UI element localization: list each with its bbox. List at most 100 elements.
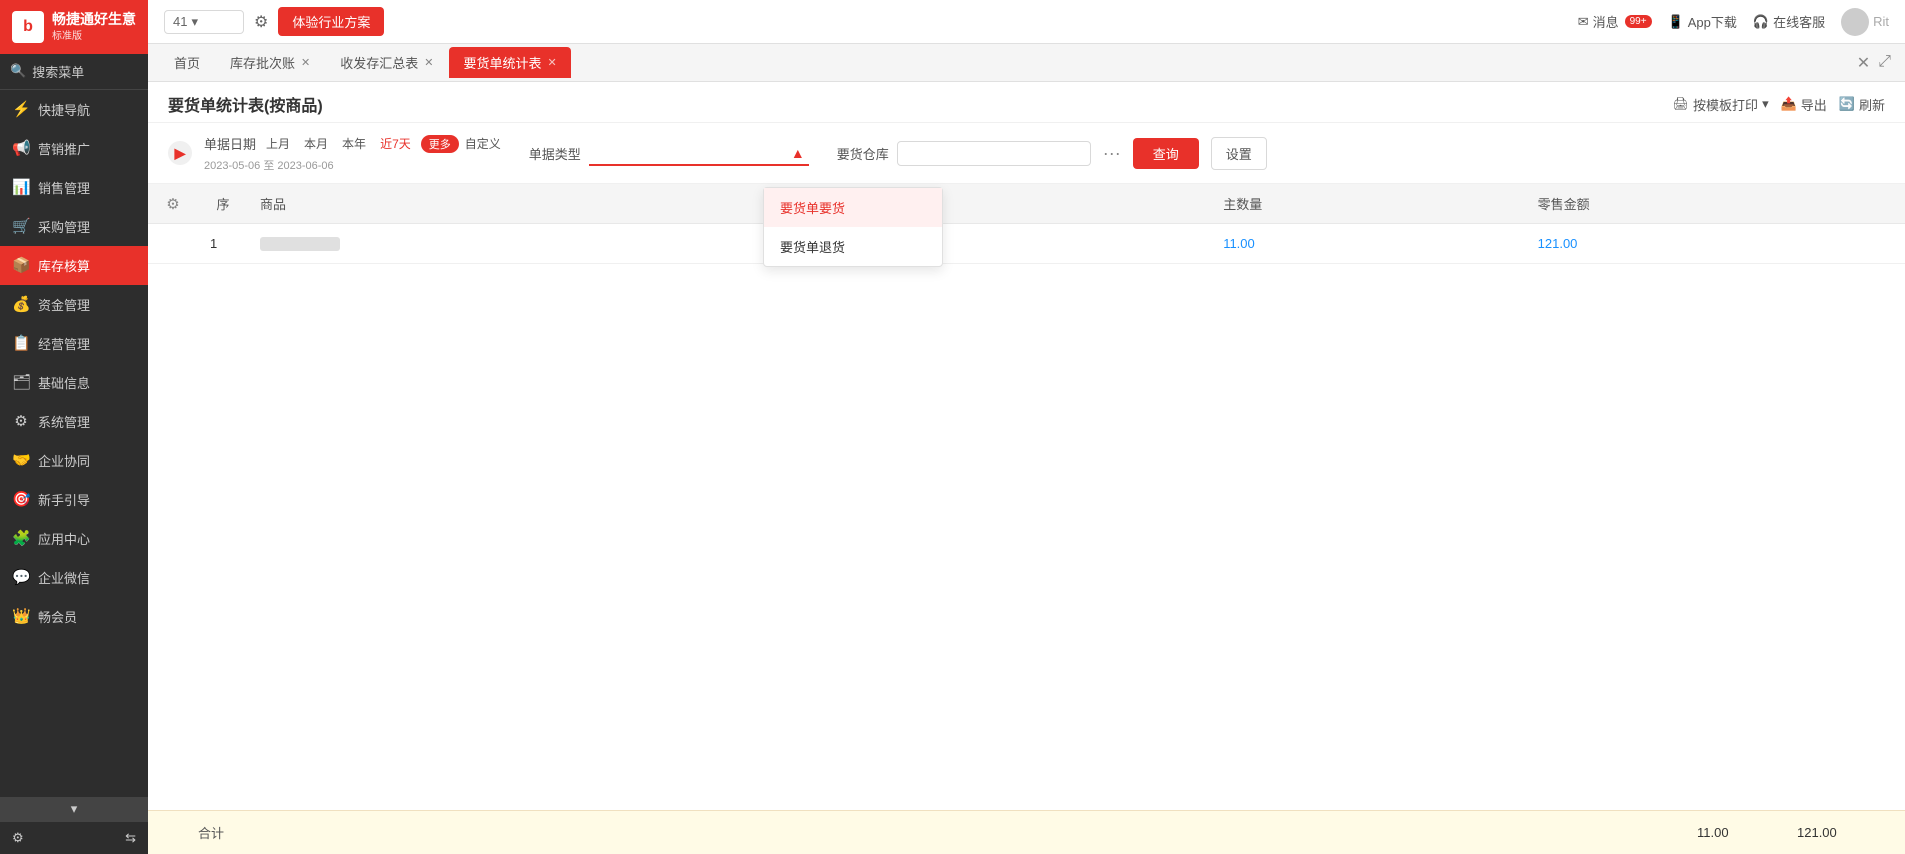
user-avatar-area[interactable]: Rit	[1841, 8, 1889, 36]
col-qty: 主数量	[1211, 184, 1525, 224]
sidebar-item-wechat[interactable]: 💬 企业微信	[0, 558, 148, 597]
footer-qty: 11.00	[1685, 825, 1785, 840]
sidebar-search[interactable]: 🔍 搜索菜单	[0, 54, 148, 90]
main-content: 41 ▾ ⚙ 体验行业方案 ✉ 消息 99+ 📱 App下载 🎧 在线客服 R	[148, 0, 1905, 854]
sidebar-search-label: 搜索菜单	[32, 62, 84, 81]
print-dropdown-icon[interactable]: ▾	[1762, 96, 1769, 112]
sidebar-item-base[interactable]: 🗂 基础信息	[0, 363, 148, 402]
sidebar-item-quick-nav[interactable]: ⚡ 快捷导航	[0, 90, 148, 129]
sidebar-item-appstore[interactable]: 🧩 应用中心	[0, 519, 148, 558]
filter-date-buttons: 单据日期 上月 本月 本年 近7天 更多 自定义	[204, 133, 501, 154]
filter-more-options[interactable]: ···	[1103, 143, 1121, 164]
date-curr-month[interactable]: 本月	[300, 133, 332, 154]
sidebar-bottom: ⚙ ⇆	[0, 821, 148, 854]
sidebar-item-label: 畅会员	[38, 607, 77, 626]
warehouse-label: 要货仓库	[837, 144, 889, 163]
amount-link[interactable]: 121.00	[1538, 236, 1578, 251]
sidebar-collapse-icon[interactable]: ⇆	[125, 830, 136, 846]
logo-icon: b	[12, 11, 44, 43]
date-more-btn[interactable]: 更多	[421, 135, 459, 153]
tab-home[interactable]: 首页	[160, 47, 214, 78]
sidebar-item-label: 企业微信	[38, 568, 90, 587]
col-num: 序	[198, 184, 248, 224]
wechat-icon: 💬	[12, 568, 30, 586]
sidebar-item-marketing[interactable]: 📢 营销推广	[0, 129, 148, 168]
qty-link[interactable]: 11.00	[1223, 236, 1255, 251]
refresh-icon: 🔄	[1839, 96, 1855, 112]
tab-expand-btn[interactable]: ⤢	[1876, 51, 1893, 75]
sidebar-item-label: 库存核算	[38, 256, 90, 275]
dropdown-item-order[interactable]: 要货单要货	[764, 188, 942, 227]
sidebar-item-label: 新手引导	[38, 490, 90, 509]
sidebar-item-label: 营销推广	[38, 139, 90, 158]
tab-receive-summary[interactable]: 收发存汇总表 ✕	[326, 47, 447, 78]
type-input[interactable]	[589, 141, 809, 166]
tab-home-label: 首页	[174, 53, 200, 72]
export-btn[interactable]: 📤 导出	[1781, 95, 1827, 114]
sidebar-item-label: 系统管理	[38, 412, 90, 431]
date-custom-btn[interactable]: 自定义	[465, 135, 501, 152]
sidebar-item-label: 采购管理	[38, 217, 90, 236]
sidebar-settings-icon[interactable]: ⚙	[12, 830, 24, 846]
col-product: 商品	[248, 184, 767, 224]
sidebar-item-member[interactable]: 👑 畅会员	[0, 597, 148, 636]
online-service-link[interactable]: 🎧 在线客服	[1753, 12, 1825, 31]
tab-inventory-batch-close[interactable]: ✕	[301, 56, 310, 69]
sidebar-item-coop[interactable]: 🤝 企业协同	[0, 441, 148, 480]
store-selector[interactable]: 41 ▾	[164, 10, 244, 34]
tab-order-stats[interactable]: 要货单统计表 ✕	[449, 47, 570, 78]
date-prev-month[interactable]: 上月	[262, 133, 294, 154]
message-icon: ✉	[1578, 14, 1589, 30]
date-range-display: 2023-05-06 至 2023-06-06	[204, 157, 501, 173]
tab-receive-summary-close[interactable]: ✕	[424, 56, 433, 69]
filter-expand-btn[interactable]: ▶	[168, 141, 192, 165]
row-product	[248, 224, 767, 264]
sidebar-item-label: 企业协同	[38, 451, 90, 470]
query-button[interactable]: 查询	[1133, 138, 1199, 169]
app-download-link[interactable]: 📱 App下载	[1668, 12, 1737, 31]
print-label: 按模板打印	[1693, 95, 1758, 114]
guide-icon: 🎯	[12, 490, 30, 508]
print-template-btn[interactable]: 🖨 按模板打印 ▾	[1673, 95, 1769, 114]
export-label: 导出	[1801, 95, 1827, 114]
refresh-label: 刷新	[1859, 95, 1885, 114]
sidebar-scroll-down[interactable]: ▾	[0, 797, 148, 821]
top-header-right: ✉ 消息 99+ 📱 App下载 🎧 在线客服 Rit	[1578, 8, 1889, 36]
date-7days[interactable]: 近7天	[376, 133, 415, 154]
trial-button[interactable]: 体验行业方案	[278, 7, 384, 36]
table-footer: 合计 11.00 121.00	[148, 810, 1905, 854]
page-title: 要货单统计表(按商品)	[168, 92, 323, 116]
dropdown-item-return[interactable]: 要货单退货	[764, 227, 942, 266]
tab-order-stats-close[interactable]: ✕	[548, 56, 557, 69]
sidebar-item-operation[interactable]: 📋 经营管理	[0, 324, 148, 363]
sidebar-item-system[interactable]: ⚙ 系统管理	[0, 402, 148, 441]
sidebar-item-purchase[interactable]: 🛒 采购管理	[0, 207, 148, 246]
data-table: ⚙ 序 商品 主计量单位 主数量 零售金额 1	[148, 184, 1905, 264]
sidebar-nav: ⚡ 快捷导航 📢 营销推广 📊 销售管理 🛒 采购管理 📦 库存核算 💰 资金管…	[0, 90, 148, 797]
table-section: ⚙ 序 商品 主计量单位 主数量 零售金额 1	[148, 184, 1905, 810]
tab-inventory-batch[interactable]: 库存批次账 ✕	[216, 47, 324, 78]
settings-button[interactable]: 设置	[1211, 137, 1267, 170]
refresh-btn[interactable]: 🔄 刷新	[1839, 95, 1885, 114]
date-curr-year[interactable]: 本年	[338, 133, 370, 154]
messages-notification[interactable]: ✉ 消息 99+	[1578, 12, 1652, 31]
user-avatar	[1841, 8, 1869, 36]
column-settings-icon[interactable]: ⚙	[166, 196, 179, 213]
sidebar-item-guide[interactable]: 🎯 新手引导	[0, 480, 148, 519]
tab-inventory-batch-label: 库存批次账	[230, 53, 295, 72]
quick-nav-icon: ⚡	[12, 100, 30, 118]
date-label: 单据日期	[204, 134, 256, 153]
header-settings-icon[interactable]: ⚙	[254, 12, 268, 32]
warehouse-input[interactable]	[897, 141, 1091, 166]
tab-close-all-btn[interactable]: ✕	[1855, 51, 1872, 75]
col-amount: 零售金额	[1526, 184, 1905, 224]
logo-text: 畅捷通好生意 标准版	[52, 10, 136, 44]
sidebar-item-label: 快捷导航	[38, 100, 90, 119]
export-icon: 📤	[1781, 96, 1797, 112]
sidebar-item-sales[interactable]: 📊 销售管理	[0, 168, 148, 207]
sidebar-item-label: 资金管理	[38, 295, 90, 314]
sidebar-item-inventory[interactable]: 📦 库存核算	[0, 246, 148, 285]
sidebar-item-finance[interactable]: 💰 资金管理	[0, 285, 148, 324]
col-settings[interactable]: ⚙	[148, 184, 198, 224]
filter-type-select[interactable]: ▲	[589, 141, 809, 166]
